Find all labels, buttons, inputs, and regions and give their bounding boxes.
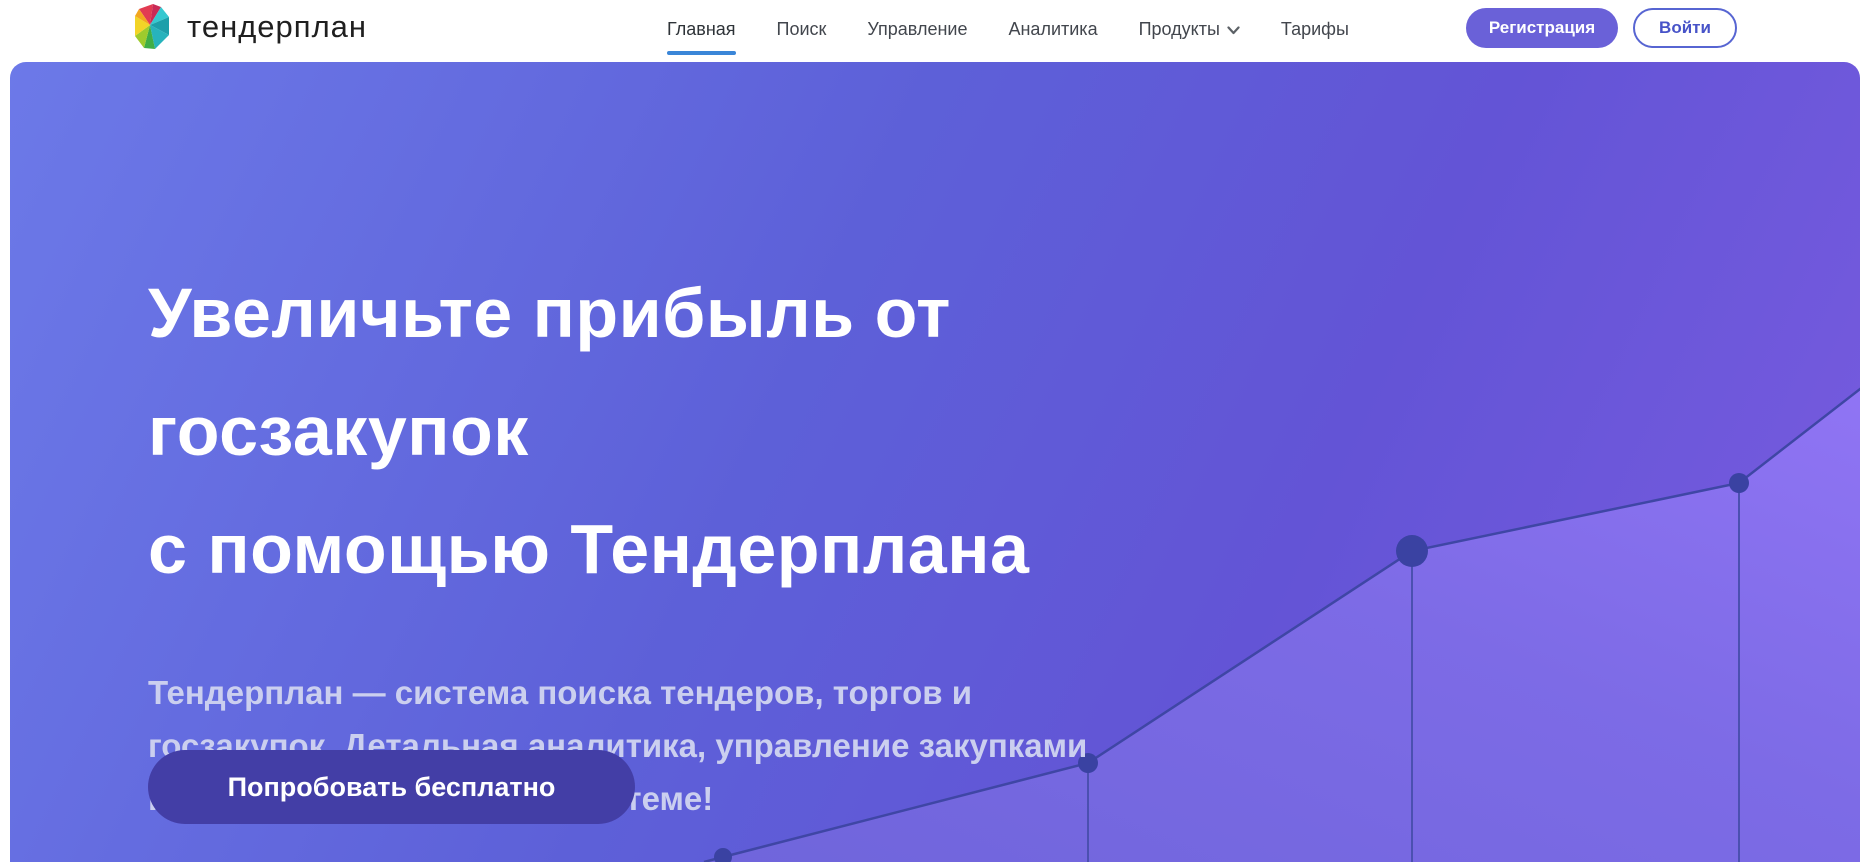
hero-section: Увеличьте прибыль от госзакупок с помощь… <box>10 62 1860 862</box>
nav-item-glavnaya[interactable]: Главная <box>667 17 736 55</box>
logo[interactable]: тендерплан <box>133 2 367 52</box>
nav-item-tarify[interactable]: Тарифы <box>1281 17 1349 40</box>
header-buttons: Регистрация Войти <box>1466 8 1737 48</box>
header: тендерплан Главная Поиск Управление Анал… <box>0 0 1860 62</box>
nav-item-upravlenie[interactable]: Управление <box>867 17 967 40</box>
nav-label: Тарифы <box>1280 18 1349 39</box>
nav-item-produkty[interactable]: Продукты <box>1139 17 1240 40</box>
main-nav: Главная Поиск Управление Аналитика Проду… <box>667 0 1349 56</box>
nav-label: Продукты <box>1138 18 1220 39</box>
logo-text: тендерплан <box>187 9 368 44</box>
hero-content: Увеличьте прибыль от госзакупок с помощь… <box>148 62 1248 825</box>
active-nav-underline <box>667 50 736 55</box>
nav-label: Поиск <box>776 18 827 39</box>
nav-label: Управление <box>867 18 968 39</box>
hero-subtitle-line1: Тендерплан — система поиска тендеров, то… <box>148 674 973 711</box>
nav-label: Главная <box>667 18 736 39</box>
login-button[interactable]: Войти <box>1633 8 1737 48</box>
tenderplan-gem-icon <box>135 4 169 49</box>
nav-label: Аналитика <box>1008 18 1098 39</box>
try-free-button[interactable]: Попробовать бесплатно <box>148 750 635 824</box>
hero-title-line1: Увеличьте прибыль от госзакупок <box>148 274 951 470</box>
register-button[interactable]: Регистрация <box>1466 8 1618 48</box>
nav-item-poisk[interactable]: Поиск <box>777 17 827 40</box>
hero-title: Увеличьте прибыль от госзакупок с помощь… <box>148 254 1248 608</box>
chevron-down-icon <box>1227 25 1240 34</box>
hero-title-line2: с помощью Тендерплана <box>148 510 1030 588</box>
nav-item-analitika[interactable]: Аналитика <box>1008 17 1097 40</box>
